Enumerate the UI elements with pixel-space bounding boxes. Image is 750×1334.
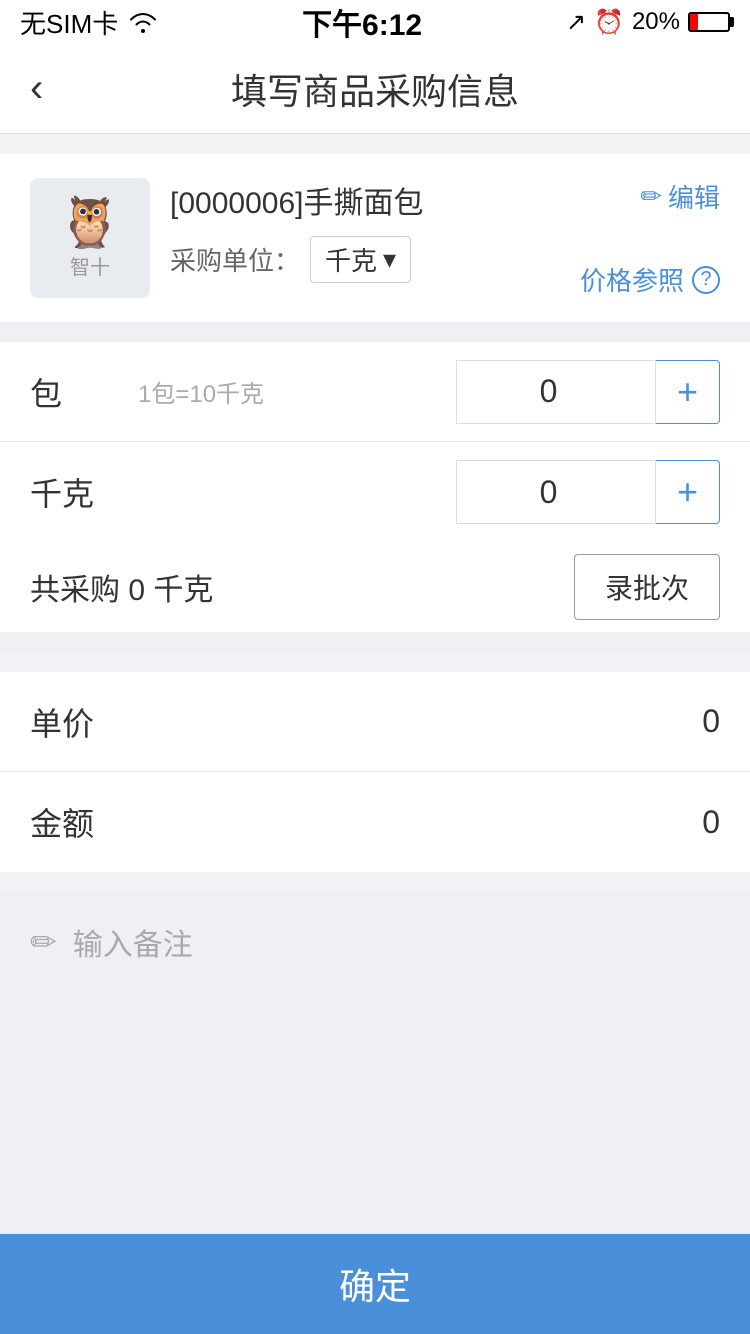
edit-icon: ✏ — [640, 181, 662, 212]
bag-label: 包 — [30, 369, 130, 415]
status-left: 无SIM卡 — [20, 4, 158, 41]
product-thumbnail: 🦉 智十 — [30, 178, 150, 298]
bag-input-row: 包 1包=10千克 + — [0, 342, 750, 442]
bag-input[interactable] — [456, 360, 656, 424]
kg-label: 千克 — [30, 469, 130, 515]
unit-select[interactable]: 千克 ▾ — [310, 236, 411, 283]
amount-row: 金额 0 — [0, 772, 750, 872]
confirm-button[interactable]: 确定 — [0, 1234, 750, 1334]
wifi-icon — [128, 11, 158, 33]
summary-row: 共采购 0 千克 录批次 — [0, 542, 750, 632]
unit-price-label: 单价 — [30, 699, 94, 745]
location-icon: ↗ — [566, 8, 586, 37]
kg-input-row: 千克 + — [0, 442, 750, 542]
status-time: 下午6:12 — [302, 0, 422, 44]
product-thumb-owl: 🦉 — [59, 197, 121, 247]
bag-number-wrap: + — [456, 360, 720, 424]
content-spacer — [0, 992, 750, 1252]
summary-text: 共采购 0 千克 — [30, 565, 213, 609]
input-section: 包 1包=10千克 + 千克 + — [0, 342, 750, 542]
summary-prefix: 共采购 — [30, 574, 120, 607]
back-button[interactable]: ‹ — [30, 66, 43, 111]
status-bar: 无SIM卡 下午6:12 ↗ ⏰ 20% — [0, 0, 750, 44]
page-title: 填写商品采购信息 — [231, 63, 519, 115]
bag-plus-button[interactable]: + — [656, 360, 720, 424]
section-divider-2 — [0, 632, 750, 652]
remark-placeholder: 输入备注 — [73, 920, 193, 964]
pencil-icon: ✏ — [30, 923, 57, 961]
price-section: 单价 0 金额 0 — [0, 672, 750, 872]
summary-amount: 0 — [128, 574, 145, 607]
kg-number-wrap: + — [456, 460, 720, 524]
section-divider-1 — [0, 322, 750, 342]
bag-sublabel: 1包=10千克 — [138, 374, 456, 409]
status-right: ↗ ⏰ 20% — [566, 8, 730, 37]
price-ref-icon: ? — [692, 266, 720, 294]
battery-percent: 20% — [632, 8, 680, 36]
remark-section[interactable]: ✏ 输入备注 — [0, 892, 750, 992]
unit-price-value: 0 — [702, 703, 720, 740]
carrier-text: 无SIM卡 — [20, 4, 118, 41]
edit-button[interactable]: ✏ 编辑 — [640, 178, 720, 215]
unit-label: 采购单位： — [170, 241, 300, 278]
product-thumb-text: 智十 — [70, 251, 110, 280]
record-batch-button[interactable]: 录批次 — [574, 554, 720, 620]
unit-dropdown-icon: ▾ — [383, 244, 396, 275]
nav-bar: ‹ 填写商品采购信息 — [0, 44, 750, 134]
alarm-icon: ⏰ — [594, 8, 624, 37]
unit-price-row: 单价 0 — [0, 672, 750, 772]
price-ref-button[interactable]: 价格参照 ? — [580, 261, 720, 298]
summary-unit: 千克 — [153, 574, 213, 607]
kg-input[interactable] — [456, 460, 656, 524]
battery-icon — [688, 12, 730, 32]
kg-plus-button[interactable]: + — [656, 460, 720, 524]
amount-label: 金额 — [30, 799, 94, 845]
product-name: [0000006]手撕面包 — [170, 178, 720, 222]
product-card: 🦉 智十 [0000006]手撕面包 采购单位： 千克 ▾ ✏ 编辑 价格参照 … — [0, 154, 750, 322]
amount-value: 0 — [702, 804, 720, 841]
price-ref-label: 价格参照 — [580, 261, 684, 298]
